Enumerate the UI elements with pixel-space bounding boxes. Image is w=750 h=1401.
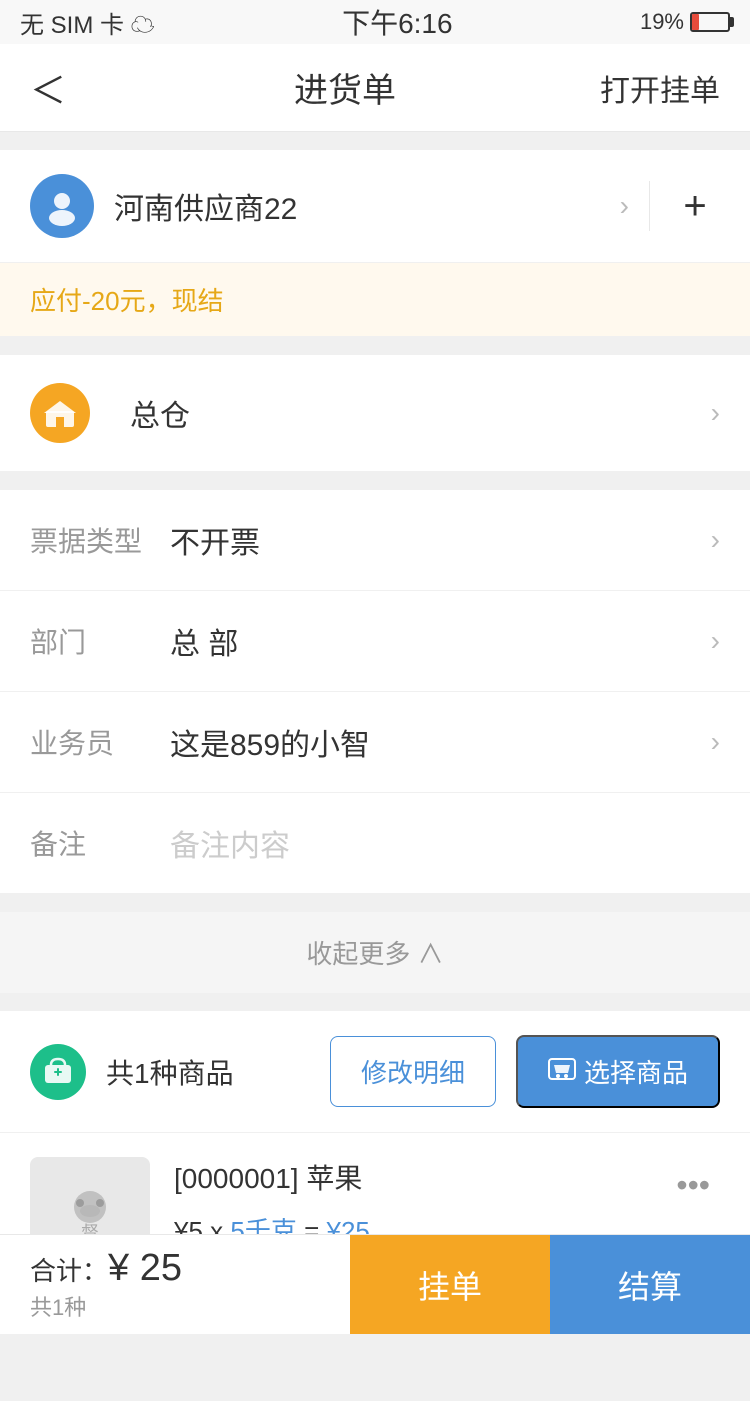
warehouse-icon <box>30 383 90 443</box>
edit-detail-button[interactable]: 修改明细 <box>330 1036 496 1107</box>
back-button[interactable]: ＜ <box>30 62 90 114</box>
remark-placeholder: 备注内容 <box>150 821 720 865</box>
pending-button[interactable]: 挂单 <box>350 1235 550 1334</box>
invoice-chevron-icon: › <box>711 524 720 556</box>
vertical-divider <box>649 181 650 231</box>
total-count: 共1种 <box>30 1290 320 1322</box>
collapse-button[interactable]: 收起更多 ∧ <box>0 912 750 993</box>
cart-icon <box>548 1056 576 1087</box>
status-time: 下午6:16 <box>342 2 453 42</box>
supplier-avatar <box>30 174 94 238</box>
department-label: 部门 <box>30 621 150 661</box>
salesperson-chevron-icon: › <box>711 726 720 758</box>
chevron-right-icon: › <box>620 190 629 222</box>
salesperson-value: 这是859的小智 <box>150 720 701 764</box>
settle-button[interactable]: 结算 <box>550 1235 750 1334</box>
products-header: 共1种商品 修改明细 选择商品 <box>0 1011 750 1133</box>
status-right: 19% <box>640 9 730 35</box>
select-product-label: 选择商品 <box>584 1053 688 1090</box>
battery-icon <box>690 12 730 32</box>
status-bar: 无 SIM 卡 ☁ 下午6:16 19% <box>0 0 750 44</box>
department-value: 总 部 <box>150 619 701 663</box>
supplier-row[interactable]: 河南供应商22 › + <box>0 150 750 263</box>
bottom-bar: 合计：¥ 25 共1种 挂单 结算 <box>0 1234 750 1334</box>
warehouse-section: 总仓 › <box>0 355 750 472</box>
sim-label: 无 SIM 卡 ☁ <box>20 5 155 40</box>
select-product-button[interactable]: 选择商品 <box>516 1035 720 1108</box>
add-supplier-button[interactable]: + <box>670 184 720 229</box>
total-row: 合计：¥ 25 <box>30 1247 320 1290</box>
form-section: 票据类型 不开票 › 部门 总 部 › 业务员 这是859的小智 › 备注 备注… <box>0 490 750 894</box>
total-label: 合计： <box>30 1256 108 1286</box>
total-amount: ¥ 25 <box>108 1247 182 1289</box>
remark-label: 备注 <box>30 823 150 863</box>
payment-notice: 应付-20元，现结 <box>0 263 750 336</box>
salesperson-row[interactable]: 业务员 这是859的小智 › <box>0 692 750 793</box>
invoice-type-row[interactable]: 票据类型 不开票 › <box>0 490 750 591</box>
department-chevron-icon: › <box>711 625 720 657</box>
department-row[interactable]: 部门 总 部 › <box>0 591 750 692</box>
page-title: 进货单 <box>294 63 396 112</box>
products-count: 共1种商品 <box>106 1052 310 1092</box>
product-more-button[interactable]: ••• <box>666 1157 720 1214</box>
invoice-type-label: 票据类型 <box>30 520 150 560</box>
status-left: 无 SIM 卡 ☁ <box>20 5 155 40</box>
remark-row[interactable]: 备注 备注内容 <box>0 793 750 894</box>
products-icon <box>30 1044 86 1100</box>
warehouse-row[interactable]: 总仓 › <box>0 355 750 472</box>
section-gap-1 <box>0 132 750 150</box>
salesperson-label: 业务员 <box>30 722 150 762</box>
product-name: [0000001] 苹果 <box>174 1157 642 1197</box>
supplier-section: 河南供应商22 › + 应付-20元，现结 <box>0 150 750 337</box>
warehouse-chevron-icon: › <box>711 397 720 429</box>
total-section: 合计：¥ 25 共1种 <box>0 1235 350 1334</box>
invoice-type-value: 不开票 <box>150 518 701 562</box>
warehouse-name: 总仓 <box>110 391 701 435</box>
open-pending-button[interactable]: 打开挂单 <box>600 66 720 110</box>
nav-bar: ＜ 进货单 打开挂单 <box>0 44 750 132</box>
supplier-name: 河南供应商22 <box>114 184 610 228</box>
battery-label: 19% <box>640 9 684 35</box>
